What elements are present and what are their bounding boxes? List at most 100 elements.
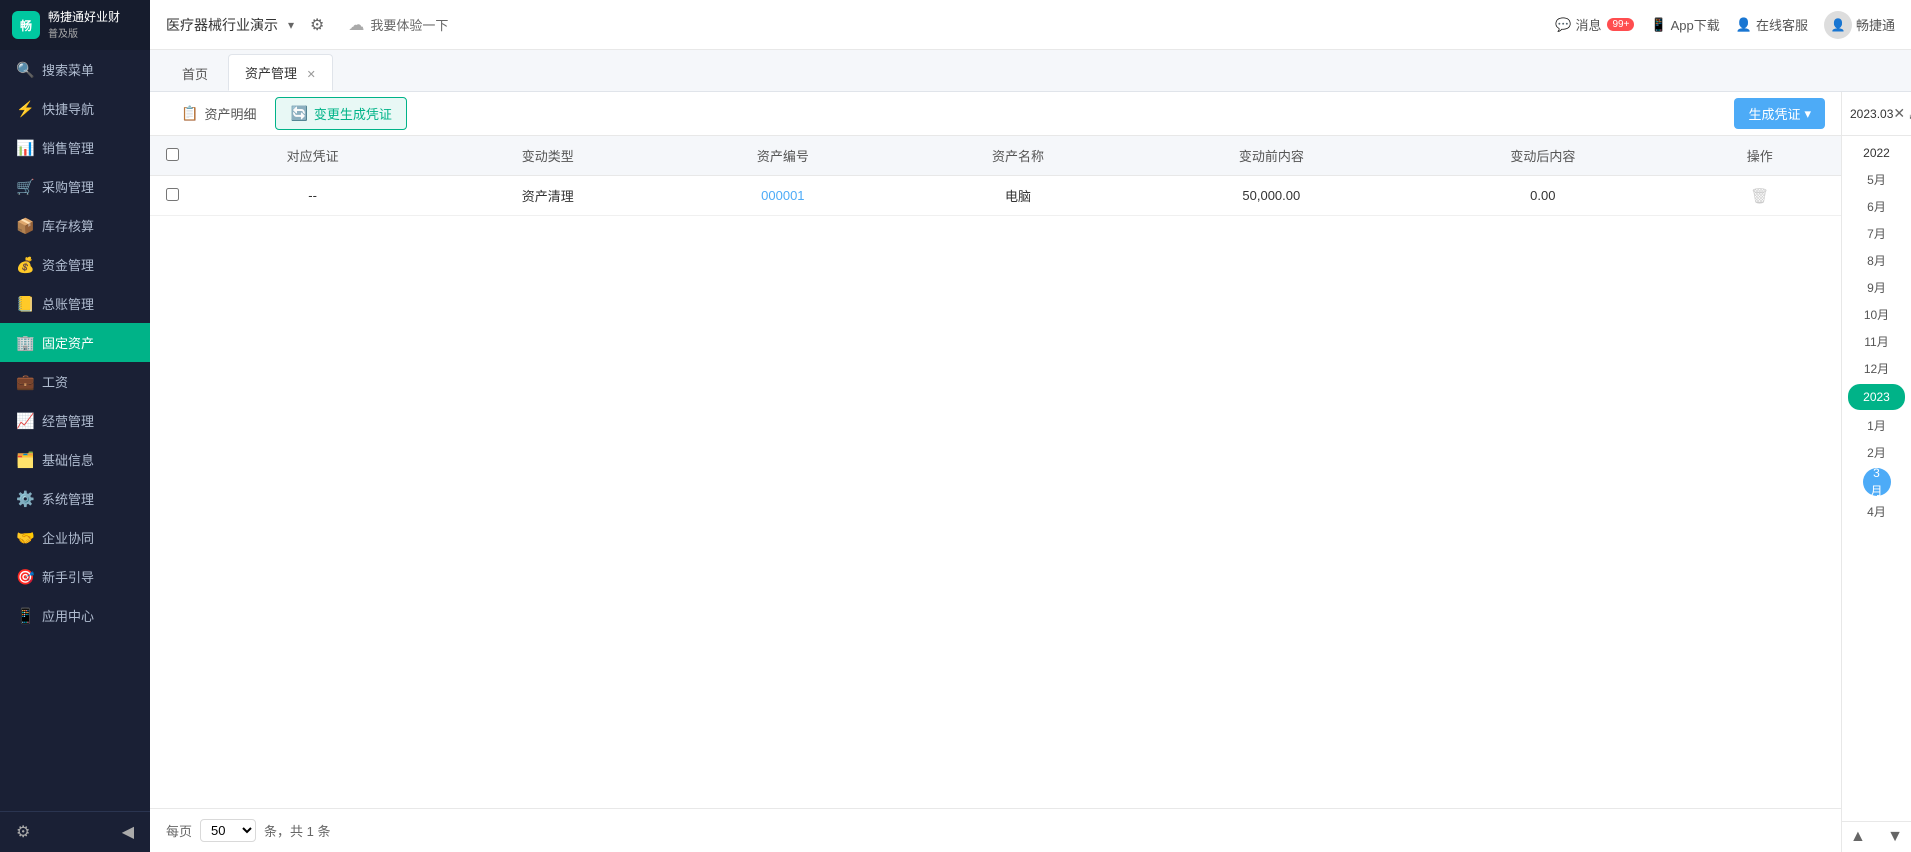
book-icon: 📒 <box>16 295 34 313</box>
period-title: 2023.03 <box>1850 107 1893 121</box>
sidebar-nav: 🔍 搜索菜单 ⚡ 快捷导航 📊 销售管理 🛒 采购管理 📦 库存核算 💰 资金管… <box>0 50 150 811</box>
row-change-type: 资产清理 <box>430 176 665 216</box>
generate-voucher-button[interactable]: 生成凭证 ▾ <box>1734 98 1825 129</box>
tab-asset-manage[interactable]: 资产管理 ✕ <box>228 54 333 91</box>
sidebar-item-ledger[interactable]: 📒 总账管理 <box>0 284 150 323</box>
cloud-icon: ☁ <box>348 15 364 35</box>
sub-tab-change-voucher[interactable]: 🔄 变更生成凭证 <box>275 97 406 130</box>
target-icon: 🎯 <box>16 568 34 586</box>
month-2023-1[interactable]: 1月 <box>1842 412 1911 439</box>
sidebar-item-fund[interactable]: 💰 资金管理 <box>0 245 150 284</box>
col-voucher: 对应凭证 <box>195 136 430 176</box>
period-bottom: ▲ ▼ <box>1842 821 1911 852</box>
dropdown-arrow-icon: ▾ <box>1804 106 1811 122</box>
table-area: 对应凭证 变动类型 资产编号 资产名称 变动前内容 变动后内容 操作 <box>150 136 1841 808</box>
customer-service-item[interactable]: 👤 在线客服 <box>1736 15 1808 34</box>
collapse-icon[interactable]: ◀ <box>122 822 134 842</box>
sidebar-item-inventory[interactable]: 📦 库存核算 <box>0 206 150 245</box>
col-asset-code: 资产编号 <box>665 136 900 176</box>
row-checkbox-cell <box>150 176 195 216</box>
select-all-checkbox[interactable] <box>166 148 179 161</box>
app-download-icon: 📱 <box>1650 17 1666 33</box>
sidebar-item-system[interactable]: ⚙️ 系统管理 <box>0 479 150 518</box>
period-next-icon[interactable]: ▼ <box>1887 828 1903 846</box>
top-header: 医疗器械行业演示 ▾ ⚙ ☁ 我要体验一下 💬 消息 99+ 📱 App下载 👤… <box>150 0 1911 50</box>
delete-icon[interactable]: 🗑 <box>1750 188 1769 205</box>
sidebar-item-purchase[interactable]: 🛒 采购管理 <box>0 167 150 206</box>
month-2022-10[interactable]: 10月 <box>1842 301 1911 328</box>
sidebar-item-operation[interactable]: 📈 经营管理 <box>0 401 150 440</box>
message-item[interactable]: 💬 消息 99+ <box>1555 15 1634 34</box>
cart-icon: 🛒 <box>16 178 34 196</box>
table-row: -- 资产清理 000001 电脑 50,000.00 0.00 🗑 <box>150 176 1841 216</box>
header-right: 💬 消息 99+ 📱 App下载 👤 在线客服 👤 畅捷通 <box>1555 11 1895 39</box>
period-prev-icon[interactable]: ▲ <box>1850 828 1866 846</box>
trending-icon: 📈 <box>16 412 34 430</box>
sidebar-item-quick-nav[interactable]: ⚡ 快捷导航 <box>0 89 150 128</box>
month-2022-7[interactable]: 7月 <box>1842 220 1911 247</box>
row-before-change: 50,000.00 <box>1136 176 1408 216</box>
month-2023-4[interactable]: 4月 <box>1842 498 1911 525</box>
month-2022-9[interactable]: 9月 <box>1842 274 1911 301</box>
month-2023-2[interactable]: 2月 <box>1842 439 1911 466</box>
content-area: 📋 资产明细 🔄 变更生成凭证 生成凭证 ▾ <box>150 92 1841 852</box>
tab-home[interactable]: 首页 <box>166 56 224 91</box>
row-asset-code[interactable]: 000001 <box>665 176 900 216</box>
sidebar: 畅 畅捷通好业财 普及版 🔍 搜索菜单 ⚡ 快捷导航 📊 销售管理 🛒 采购管理… <box>0 0 150 852</box>
year-2022: 2022 <box>1842 140 1911 166</box>
month-2022-5[interactable]: 5月 <box>1842 166 1911 193</box>
col-change-type: 变动类型 <box>430 136 665 176</box>
service-icon: 👤 <box>1736 17 1752 33</box>
sidebar-item-fixed-assets[interactable]: 🏢 固定资产 <box>0 323 150 362</box>
search-icon: 🔍 <box>16 61 34 79</box>
sidebar-item-sales[interactable]: 📊 销售管理 <box>0 128 150 167</box>
message-icon: 💬 <box>1555 17 1571 33</box>
row-operation-cell: 🗑 <box>1679 176 1841 216</box>
row-checkbox[interactable] <box>166 188 179 201</box>
money-icon: 💰 <box>16 256 34 274</box>
tab-bar: 首页 资产管理 ✕ <box>150 50 1911 92</box>
lightning-icon: ⚡ <box>16 100 34 118</box>
header-gear-icon[interactable]: ⚙ <box>310 15 324 35</box>
gear-icon: ⚙️ <box>16 490 34 508</box>
company-name: 医疗器械行业演示 <box>166 15 278 35</box>
change-voucher-icon: 🔄 <box>290 105 307 122</box>
experience-text: 我要体验一下 <box>370 15 448 34</box>
user-profile-item[interactable]: 👤 畅捷通 <box>1824 11 1895 39</box>
sidebar-item-search[interactable]: 🔍 搜索菜单 <box>0 50 150 89</box>
sidebar-item-enterprise[interactable]: 🤝 企业协同 <box>0 518 150 557</box>
month-2022-12[interactable]: 12月 <box>1842 355 1911 382</box>
month-2022-6[interactable]: 6月 <box>1842 193 1911 220</box>
row-voucher: -- <box>195 176 430 216</box>
total-count: 条，共 1 条 <box>264 821 330 840</box>
col-checkbox <box>150 136 195 176</box>
sub-tab-asset-detail[interactable]: 📋 资产明细 <box>166 97 271 130</box>
period-close-icon[interactable]: ✕ <box>1893 105 1905 122</box>
month-2022-11[interactable]: 11月 <box>1842 328 1911 355</box>
message-badge: 99+ <box>1607 18 1634 31</box>
settings-icon[interactable]: ⚙ <box>16 822 30 842</box>
period-list: 2022 5月 6月 7月 8月 9月 10月 11月 12月 2023 1月 … <box>1842 136 1911 821</box>
month-2022-8[interactable]: 8月 <box>1842 247 1911 274</box>
row-asset-name: 电脑 <box>900 176 1135 216</box>
period-header: 2023.03 ✕ ⤢ <box>1842 92 1911 136</box>
chart-icon: 📊 <box>16 139 34 157</box>
box-icon: 📦 <box>16 217 34 235</box>
app-download-item[interactable]: 📱 App下载 <box>1650 15 1719 34</box>
folder-icon: 🗂️ <box>16 451 34 469</box>
building-icon: 🏢 <box>16 334 34 352</box>
sidebar-item-salary[interactable]: 💼 工资 <box>0 362 150 401</box>
sidebar-item-guide[interactable]: 🎯 新手引导 <box>0 557 150 596</box>
per-page-select[interactable]: 10 20 50 100 <box>200 819 256 842</box>
logo-icon: 畅 <box>12 11 40 39</box>
month-2023-3-current[interactable]: 3月 <box>1863 468 1891 496</box>
briefcase-icon: 💼 <box>16 373 34 391</box>
row-after-change: 0.00 <box>1407 176 1679 216</box>
asset-detail-icon: 📋 <box>181 105 198 122</box>
col-operation: 操作 <box>1679 136 1841 176</box>
sidebar-item-basic-info[interactable]: 🗂️ 基础信息 <box>0 440 150 479</box>
company-dropdown-icon[interactable]: ▾ <box>288 18 294 32</box>
pagination-bar: 每页 10 20 50 100 条，共 1 条 <box>150 808 1841 852</box>
sidebar-item-app-center[interactable]: 📱 应用中心 <box>0 596 150 635</box>
tab-close-icon[interactable]: ✕ <box>307 69 316 81</box>
